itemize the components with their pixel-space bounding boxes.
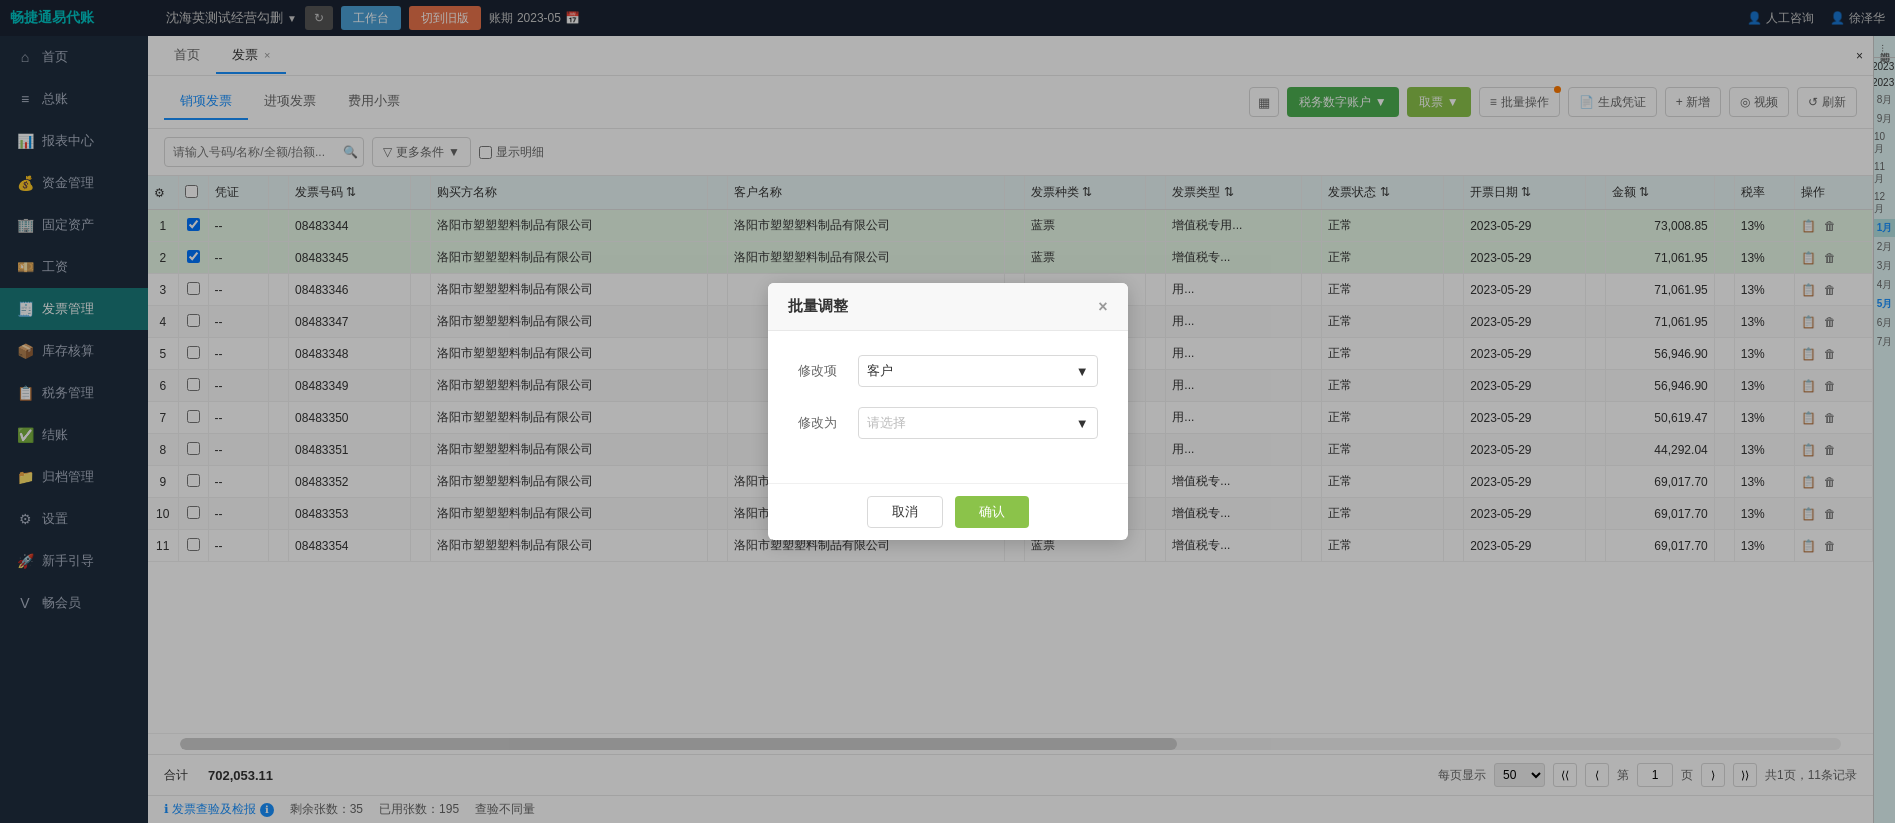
modal-header: 批量调整 × xyxy=(768,283,1128,331)
modal-title: 批量调整 xyxy=(788,297,848,316)
batch-adjust-modal: 批量调整 × 修改项 客户 ▼ 修改为 请选择 ▼ 取消 确认 xyxy=(768,283,1128,540)
change-to-select[interactable]: 请选择 ▼ xyxy=(858,407,1098,439)
change-to-row: 修改为 请选择 ▼ xyxy=(798,407,1098,439)
modal-body: 修改项 客户 ▼ 修改为 请选择 ▼ xyxy=(768,331,1128,483)
field-value: 客户 xyxy=(867,362,893,380)
modal-overlay: 批量调整 × 修改项 客户 ▼ 修改为 请选择 ▼ 取消 确认 xyxy=(0,0,1895,823)
change-to-placeholder: 请选择 xyxy=(867,414,906,432)
field-dropdown-icon: ▼ xyxy=(1076,364,1089,379)
field-row: 修改项 客户 ▼ xyxy=(798,355,1098,387)
confirm-btn[interactable]: 确认 xyxy=(955,496,1029,528)
change-to-dropdown-icon: ▼ xyxy=(1076,416,1089,431)
field-select[interactable]: 客户 ▼ xyxy=(858,355,1098,387)
modal-close-btn[interactable]: × xyxy=(1098,298,1107,316)
change-to-label: 修改为 xyxy=(798,414,858,432)
field-label: 修改项 xyxy=(798,362,858,380)
modal-footer: 取消 确认 xyxy=(768,483,1128,540)
cancel-btn[interactable]: 取消 xyxy=(867,496,943,528)
